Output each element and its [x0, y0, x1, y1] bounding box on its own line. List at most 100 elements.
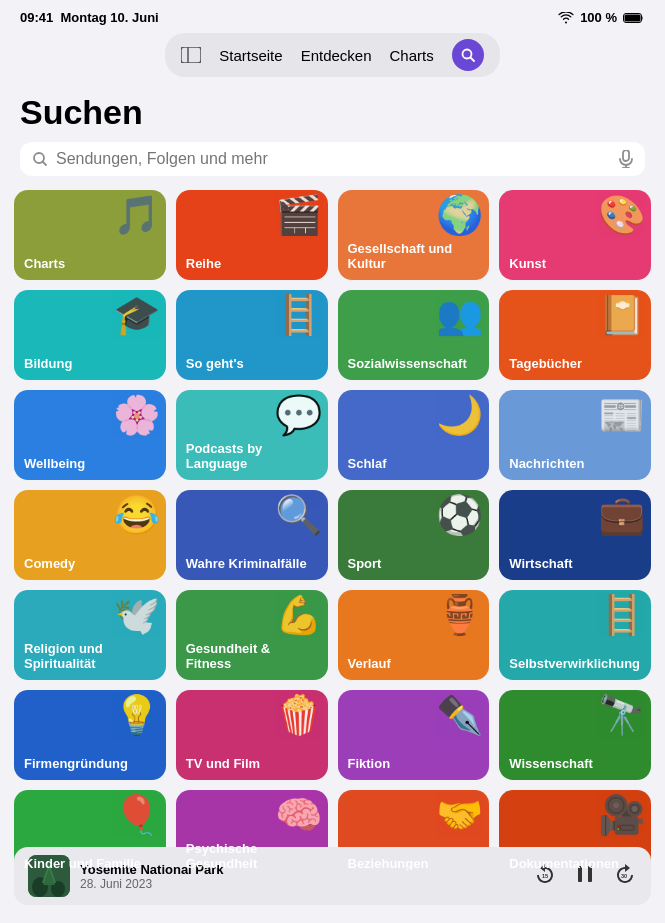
search-bar[interactable] — [20, 142, 645, 176]
category-cell[interactable]: 💬 Podcasts by Language — [176, 390, 328, 480]
category-cell[interactable]: 💼Wirtschaft — [499, 490, 651, 580]
category-icon: 🔭 — [598, 696, 645, 734]
category-cell[interactable]: 🎈Kinder und Familie — [14, 790, 166, 870]
svg-rect-2 — [181, 47, 201, 63]
category-icon: 🏺 — [436, 596, 483, 634]
category-icon: 🎬 — [275, 196, 322, 234]
category-icon: 💪 — [275, 596, 322, 634]
search-bar-icon — [32, 151, 48, 167]
category-label: Wirtschaft — [509, 556, 641, 572]
category-label: Wissenschaft — [509, 756, 641, 772]
player-date: 28. Juni 2023 — [80, 877, 224, 891]
mic-icon[interactable] — [619, 150, 633, 168]
category-cell[interactable]: 💪 Gesundheit & Fitness — [176, 590, 328, 680]
category-icon: 🎥 — [598, 796, 645, 834]
category-cell[interactable]: 🎨Kunst — [499, 190, 651, 280]
category-label: Verlauf — [348, 656, 480, 672]
category-cell[interactable]: ✒️ Fiktion — [338, 690, 490, 780]
svg-text:15: 15 — [542, 873, 548, 879]
category-cell[interactable]: 🕊️ Religion und Spiritualität — [14, 590, 166, 680]
svg-text:30: 30 — [621, 873, 627, 879]
category-icon: 🌸 — [113, 396, 160, 434]
category-label: Beziehungen — [348, 856, 480, 870]
category-label: Psychische Gesundheit — [186, 841, 318, 870]
category-icon: 🪜 — [275, 296, 322, 334]
category-icon: 🎵 — [113, 196, 160, 234]
wifi-icon — [558, 12, 574, 24]
category-cell[interactable]: 🎬 Reihe — [176, 190, 328, 280]
category-label: Bildung — [24, 356, 156, 372]
category-icon: 💬 — [275, 396, 322, 434]
category-cell[interactable]: 🌙 Schlaf — [338, 390, 490, 480]
category-icon: 🔍 — [275, 496, 322, 534]
category-label: Wahre Kriminalfälle — [186, 556, 318, 572]
category-cell[interactable]: 🌸 Wellbeing — [14, 390, 166, 480]
svg-rect-1 — [625, 14, 641, 21]
category-label: Fiktion — [348, 756, 480, 772]
status-bar: 09:41 Montag 10. Juni 100 % — [0, 0, 665, 29]
category-label: Nachrichten — [509, 456, 641, 472]
category-icon: 🍿 — [275, 696, 322, 734]
category-icon: 😂 — [113, 496, 160, 534]
category-icon: 🎈 — [113, 796, 160, 834]
category-cell[interactable]: 📰Nachrichten — [499, 390, 651, 480]
category-label: Selbstverwirklichung — [509, 656, 641, 672]
nav-startseite[interactable]: Startseite — [219, 47, 282, 64]
category-cell[interactable]: 😂 Comedy — [14, 490, 166, 580]
category-label: Wellbeing — [24, 456, 156, 472]
category-label: So geht's — [186, 356, 318, 372]
category-label: Firmengründung — [24, 756, 156, 772]
category-cell[interactable]: 🏺 Verlauf — [338, 590, 490, 680]
category-label: TV und Film — [186, 756, 318, 772]
nav-charts[interactable]: Charts — [390, 47, 434, 64]
category-cell[interactable]: ⚽ Sport — [338, 490, 490, 580]
category-cell[interactable]: 🔍 Wahre Kriminalfälle — [176, 490, 328, 580]
category-cell[interactable]: 🪜 So geht's — [176, 290, 328, 380]
category-icon: 📔 — [598, 296, 645, 334]
nav-pill: Startseite Entdecken Charts — [165, 33, 499, 77]
status-right: 100 % — [558, 10, 645, 25]
search-input[interactable] — [56, 150, 611, 168]
category-icon: 🤝 — [436, 796, 483, 834]
category-cell[interactable]: 👥 Sozialwissenschaft — [338, 290, 490, 380]
category-cell[interactable]: 🎵Charts — [14, 190, 166, 280]
category-label: Tagebücher — [509, 356, 641, 372]
page-title: Suchen — [0, 85, 665, 142]
category-label: Gesundheit & Fitness — [186, 641, 318, 672]
category-label: Reihe — [186, 256, 318, 272]
category-cell[interactable]: 🤝 Beziehungen — [338, 790, 490, 870]
category-cell[interactable]: 📔 Tagebücher — [499, 290, 651, 380]
category-cell[interactable]: 🧠Psychische Gesundheit — [176, 790, 328, 870]
nav-bar: Startseite Entdecken Charts — [0, 29, 665, 85]
battery-icon — [623, 12, 645, 24]
category-icon: 💡 — [113, 696, 160, 734]
category-label: Sport — [348, 556, 480, 572]
sidebar-icon[interactable] — [181, 45, 201, 65]
category-cell[interactable]: 💡 Firmengründung — [14, 690, 166, 780]
svg-line-7 — [43, 162, 47, 166]
category-label: Schlaf — [348, 456, 480, 472]
category-label: Sozialwissenschaft — [348, 356, 480, 372]
category-cell[interactable]: 🎓Bildung — [14, 290, 166, 380]
nav-search-button[interactable] — [452, 39, 484, 71]
category-cell[interactable]: 🍿 TV und Film — [176, 690, 328, 780]
category-icon: 🪜 — [598, 596, 645, 634]
category-icon: 👥 — [436, 296, 483, 334]
battery-label: 100 % — [580, 10, 617, 25]
category-icon: ⚽ — [436, 496, 483, 534]
status-time: 09:41 Montag 10. Juni — [20, 10, 159, 25]
category-label: Religion und Spiritualität — [24, 641, 156, 672]
category-cell[interactable]: 🎥Dokumentationen — [499, 790, 651, 870]
svg-rect-8 — [623, 150, 629, 161]
category-icon: 🌙 — [436, 396, 483, 434]
category-icon: 🕊️ — [113, 596, 160, 634]
category-cell[interactable]: 🪜 Selbstverwirklichung — [499, 590, 651, 680]
category-icon: ✒️ — [436, 696, 483, 734]
category-icon: 🌍 — [436, 196, 483, 234]
category-cell[interactable]: 🔭 Wissenschaft — [499, 690, 651, 780]
nav-entdecken[interactable]: Entdecken — [301, 47, 372, 64]
category-label: Podcasts by Language — [186, 441, 318, 472]
category-cell[interactable]: 🌍Gesellschaft und Kultur — [338, 190, 490, 280]
category-label: Kunst — [509, 256, 641, 272]
category-label: Comedy — [24, 556, 156, 572]
